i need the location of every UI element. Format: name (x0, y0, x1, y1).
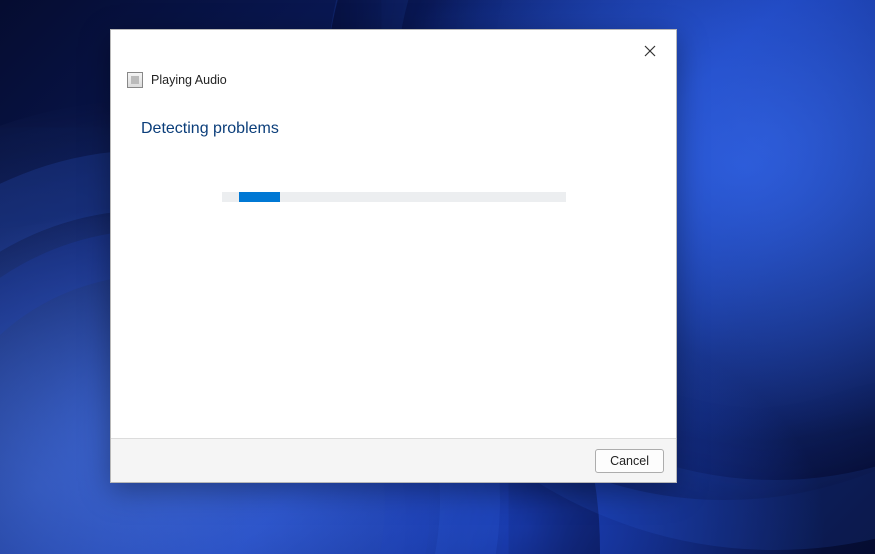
progress-bar (222, 192, 566, 202)
progress-chunk (239, 192, 280, 202)
troubleshooter-dialog: Playing Audio Detecting problems Cancel (110, 29, 677, 483)
dialog-header: Playing Audio (111, 72, 676, 88)
status-heading: Detecting problems (141, 120, 646, 138)
dialog-content: Detecting problems (111, 88, 676, 438)
troubleshooter-icon (127, 72, 143, 88)
titlebar (111, 30, 676, 66)
close-icon (644, 45, 656, 57)
progress-track (222, 192, 566, 202)
dialog-footer: Cancel (111, 438, 676, 482)
cancel-button[interactable]: Cancel (595, 449, 664, 473)
close-button[interactable] (632, 36, 668, 66)
dialog-title: Playing Audio (151, 73, 227, 87)
